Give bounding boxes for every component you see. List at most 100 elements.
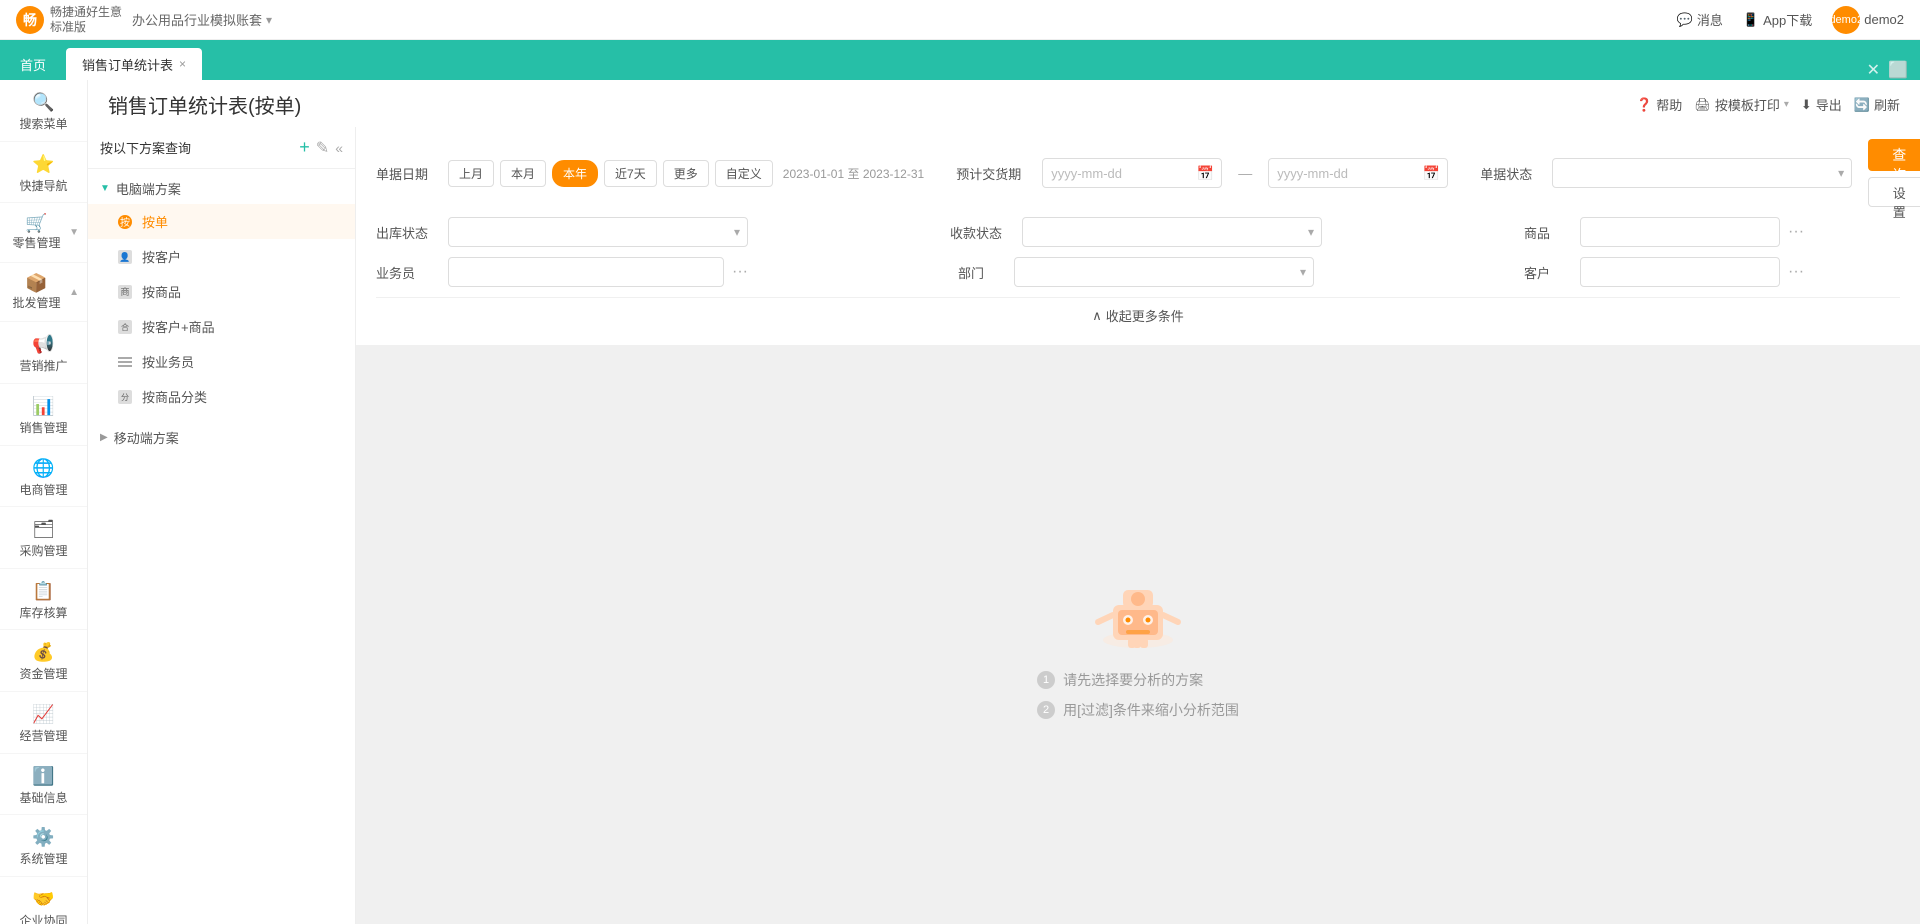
sidebar-item-marketing[interactable]: 📢 营销推广	[0, 322, 87, 384]
payment-select[interactable]	[1022, 217, 1322, 247]
message-icon: 💬	[1677, 12, 1693, 28]
salesperson-dots[interactable]: ···	[732, 263, 748, 281]
set-button[interactable]: 设置	[1868, 177, 1920, 207]
customer-input-group: ···	[1580, 257, 1804, 287]
collapse-scheme-panel-button[interactable]: «	[335, 140, 343, 156]
cal-to-icon: 📅	[1423, 165, 1440, 182]
add-scheme-button[interactable]: +	[299, 137, 310, 158]
breadcrumb[interactable]: 办公用品行业模拟账套 ▾	[132, 10, 272, 29]
scheme-group-mobile-title[interactable]: ▶ 移动端方案	[88, 422, 355, 453]
export-icon: ⬇	[1801, 97, 1812, 113]
scheme-panel: 按以下方案查询 + ✎ « ▼ 电脑端方案 按	[88, 127, 356, 924]
product-label: 商品	[1524, 223, 1564, 242]
scheme-item-by-order[interactable]: 按 按单	[88, 204, 355, 239]
sidebar-item-cooperation[interactable]: 🤝 企业协同	[0, 877, 87, 924]
by-cust-prod-icon: 合	[116, 318, 134, 336]
tab-close-btn[interactable]: ✕	[1867, 60, 1880, 80]
outbound-select-wrap: ▾	[448, 217, 748, 247]
tab-close-icon[interactable]: ×	[179, 57, 186, 71]
scheme-group-pc-title[interactable]: ▼ 电脑端方案	[88, 173, 355, 204]
date-label: 单据日期	[376, 164, 432, 183]
7days-btn[interactable]: 近7天	[604, 160, 657, 187]
mobile-group-expand-icon: ▶	[100, 432, 108, 443]
system-icon: ⚙️	[32, 827, 54, 848]
empty-text-list: 1 请先选择要分析的方案 2 用[过滤]条件来缩小分析范围	[1037, 670, 1239, 720]
scheme-group-mobile: ▶ 移动端方案	[88, 418, 355, 457]
cur-year-btn[interactable]: 本年	[552, 160, 598, 187]
tab-sales-stat[interactable]: 销售订单统计表 ×	[66, 48, 202, 80]
product-dots[interactable]: ···	[1788, 223, 1804, 241]
sidebar-item-retail[interactable]: 🛒 零售管理 ▼	[0, 203, 87, 263]
status-select[interactable]	[1552, 158, 1852, 188]
filter-row-2: 出库状态 ▾ 收款状态	[376, 217, 1900, 247]
tab-maximize-btn[interactable]: ⬜	[1888, 60, 1908, 80]
edit-scheme-button[interactable]: ✎	[316, 138, 329, 158]
department-select[interactable]	[1014, 257, 1314, 287]
print-dropdown-icon[interactable]: ▾	[1784, 99, 1789, 110]
payment-label: 收款状态	[950, 223, 1006, 242]
avatar: demo2	[1832, 6, 1860, 34]
content-inner: 按以下方案查询 + ✎ « ▼ 电脑端方案 按	[88, 127, 1920, 924]
outbound-select[interactable]	[448, 217, 748, 247]
more-btn[interactable]: 更多	[663, 160, 709, 187]
results-area: 1 请先选择要分析的方案 2 用[过滤]条件来缩小分析范围	[356, 345, 1920, 924]
scheme-item-by-product-cat[interactable]: 分 按商品分类	[88, 379, 355, 414]
quick-nav-icon: ⭐	[32, 154, 54, 175]
prev-month-btn[interactable]: 上月	[448, 160, 494, 187]
date-range-text: 2023-01-01 至 2023-12-31	[783, 165, 924, 182]
sidebar-item-quick-nav[interactable]: ⭐ 快捷导航	[0, 142, 87, 204]
customer-dots[interactable]: ···	[1788, 263, 1804, 281]
sidebar-item-inventory[interactable]: 📋 库存核算	[0, 569, 87, 631]
custom-btn[interactable]: 自定义	[715, 160, 773, 187]
sidebar-item-ecommerce[interactable]: 🌐 电商管理	[0, 446, 87, 508]
user-profile[interactable]: demo2 demo2	[1832, 6, 1904, 34]
query-button[interactable]: 查询	[1868, 139, 1920, 171]
app-download-button[interactable]: 📱 App下载	[1743, 10, 1812, 29]
retail-icon: 🛒	[25, 213, 47, 234]
empty-state: 1 请先选择要分析的方案 2 用[过滤]条件来缩小分析范围	[1037, 550, 1239, 720]
top-bar-left: 畅 畅捷通好生意 标准版 办公用品行业模拟账套 ▾	[16, 5, 272, 34]
sidebar-item-wholesale[interactable]: 📦 批发管理 ▲	[0, 263, 87, 323]
scheme-group-expand-icon: ▼	[100, 183, 110, 194]
refresh-button[interactable]: 🔄 刷新	[1854, 95, 1900, 114]
scheme-item-by-salesperson[interactable]: 按业务员	[88, 344, 355, 379]
status-label: 单据状态	[1480, 164, 1536, 183]
breadcrumb-dropdown-icon[interactable]: ▾	[266, 13, 272, 27]
tab-home[interactable]: 首页	[4, 48, 62, 80]
sidebar-item-basic-info[interactable]: ℹ️ 基础信息	[0, 754, 87, 816]
sidebar: 🔍 搜索菜单 ⭐ 快捷导航 🛒 零售管理 ▼ 📦 批发管理 ▲ 📢 营销推广	[0, 80, 88, 924]
top-bar-right: 💬 消息 📱 App下载 demo2 demo2	[1677, 6, 1904, 34]
help-button[interactable]: ❓ 帮助	[1636, 95, 1682, 114]
scheme-item-by-customer[interactable]: 👤 按客户	[88, 239, 355, 274]
wholesale-icon: 📦	[25, 273, 47, 294]
scheme-item-by-cust-prod[interactable]: 合 按客户+商品	[88, 309, 355, 344]
empty-hint-2: 2 用[过滤]条件来缩小分析范围	[1037, 700, 1239, 720]
expected-date-to-input[interactable]	[1268, 158, 1448, 188]
sidebar-item-sales[interactable]: 📊 销售管理	[0, 384, 87, 446]
print-button[interactable]: 🖨 按模板打印 ▾	[1694, 95, 1789, 114]
svg-text:分: 分	[121, 393, 129, 402]
customer-input[interactable]	[1580, 257, 1780, 287]
salesperson-label: 业务员	[376, 263, 432, 282]
sidebar-item-search-menu[interactable]: 🔍 搜索菜单	[0, 80, 87, 142]
export-button[interactable]: ⬇ 导出	[1801, 95, 1842, 114]
expected-date-from-wrap: 📅	[1042, 158, 1222, 188]
sidebar-item-operations[interactable]: 📈 经营管理	[0, 692, 87, 754]
sidebar-item-purchase[interactable]: 🗂 采购管理	[0, 507, 87, 569]
date-filter: 上月 本月 本年 近7天 更多 自定义 2023-01-01 至 2023-12…	[448, 160, 924, 187]
cur-month-btn[interactable]: 本月	[500, 160, 546, 187]
sidebar-item-system[interactable]: ⚙️ 系统管理	[0, 815, 87, 877]
empty-hint-1: 1 请先选择要分析的方案	[1037, 670, 1239, 690]
message-button[interactable]: 💬 消息	[1677, 10, 1723, 29]
collapse-filter-button[interactable]: ∧ 收起更多条件	[376, 297, 1900, 333]
search-menu-icon: 🔍	[32, 92, 54, 113]
main-layout: 🔍 搜索菜单 ⭐ 快捷导航 🛒 零售管理 ▼ 📦 批发管理 ▲ 📢 营销推广	[0, 80, 1920, 924]
scheme-item-by-product[interactable]: 商 按商品	[88, 274, 355, 309]
by-order-icon: 按	[116, 213, 134, 231]
scheme-panel-actions: + ✎ «	[299, 137, 343, 158]
app-download-icon: 📱	[1743, 12, 1759, 28]
sidebar-item-finance[interactable]: 💰 资金管理	[0, 630, 87, 692]
product-input[interactable]	[1580, 217, 1780, 247]
expected-date-from-input[interactable]	[1042, 158, 1222, 188]
salesperson-input[interactable]	[448, 257, 724, 287]
